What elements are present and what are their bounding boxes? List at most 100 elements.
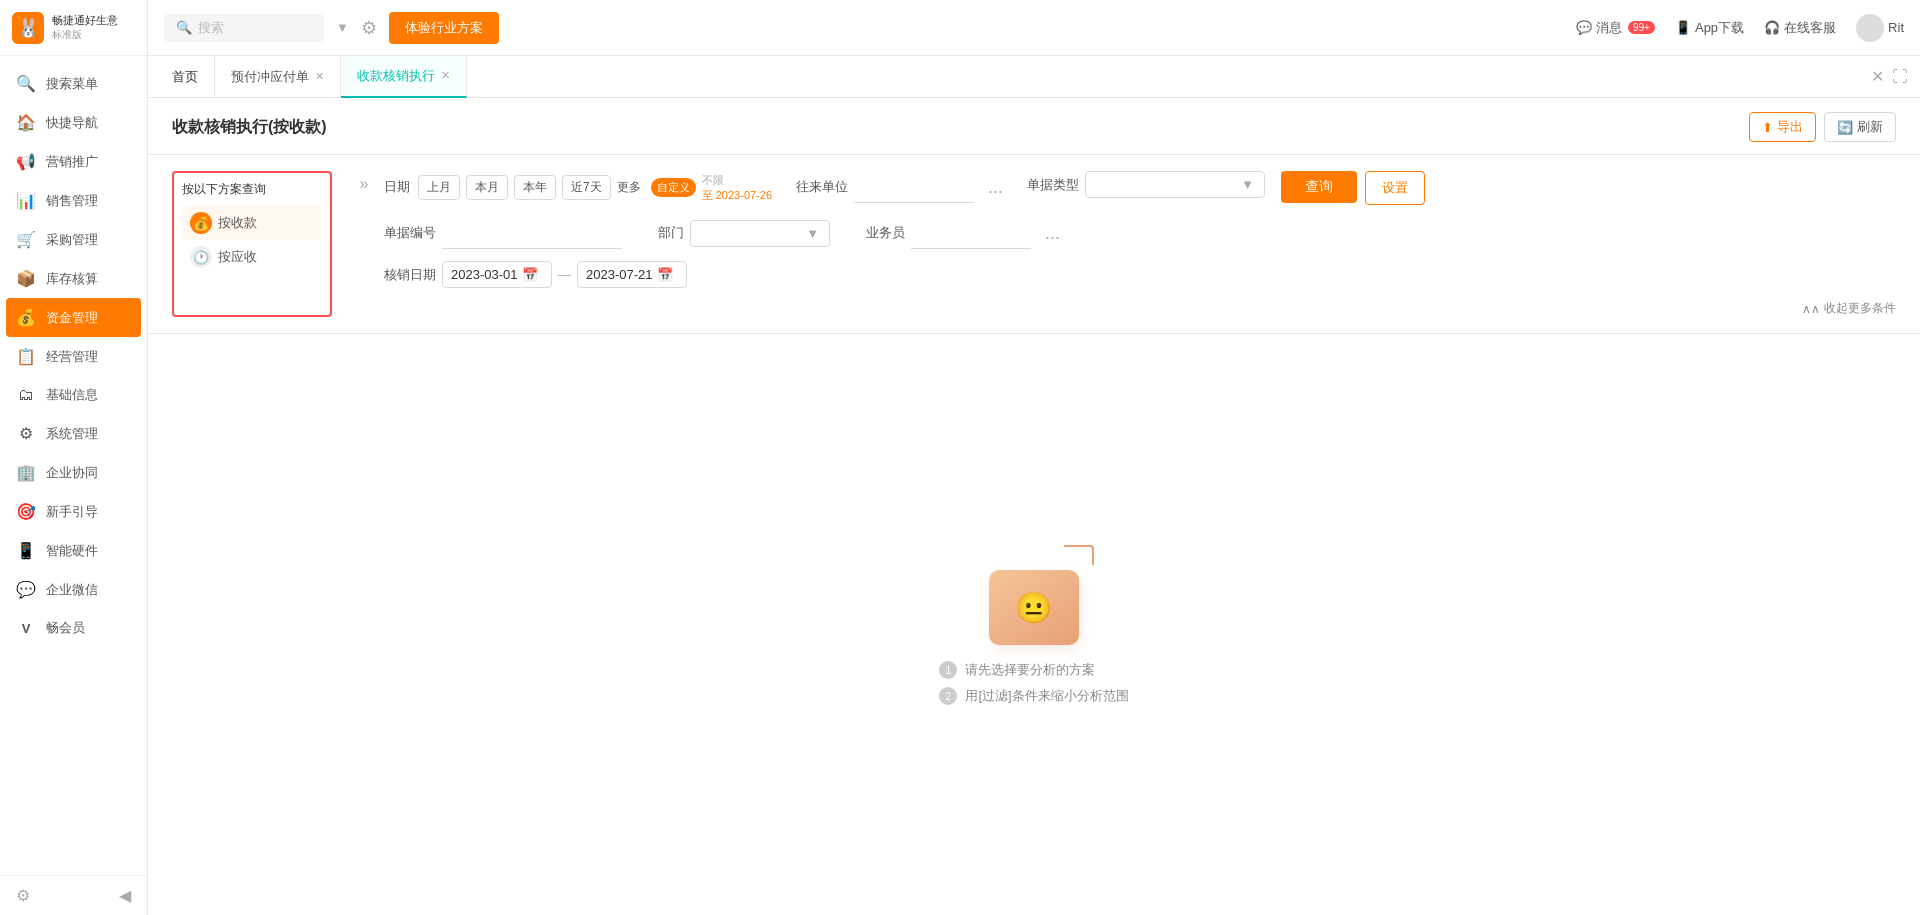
sidebar-settings-icon[interactable]: ⚙ xyxy=(16,886,30,905)
export-button[interactable]: ⬆ 导出 xyxy=(1749,112,1816,142)
device-icon: 📱 xyxy=(16,541,36,560)
partner-label: 往来单位 xyxy=(796,178,848,196)
sidebar-label-hardware: 智能硬件 xyxy=(46,542,98,560)
message-badge: 99+ xyxy=(1628,21,1655,34)
tab-collection[interactable]: 收款核销执行 ✕ xyxy=(341,56,467,98)
app-version: 标准版 xyxy=(52,28,118,42)
member-icon: V xyxy=(16,621,36,636)
date-this-month[interactable]: 本月 xyxy=(466,175,508,200)
sidebar-item-quick-nav[interactable]: 🏠 快捷导航 xyxy=(0,103,147,142)
partner-more-btn[interactable]: ... xyxy=(980,177,1011,198)
doc-number-label: 单据编号 xyxy=(384,224,436,242)
message-button[interactable]: 💬 消息 99+ xyxy=(1576,19,1655,37)
page-header-actions: ⬆ 导出 🔄 刷新 xyxy=(1749,112,1896,154)
sidebar-label-operation: 经营管理 xyxy=(46,348,98,366)
industry-solution-button[interactable]: 体验行业方案 xyxy=(389,12,499,44)
page-header: 收款核销执行(按收款) ⬆ 导出 🔄 刷新 xyxy=(148,98,1920,155)
app-icon: 📱 xyxy=(1675,20,1691,35)
calendar-from-icon[interactable]: 📅 xyxy=(522,267,538,282)
refresh-icon: 🔄 xyxy=(1837,120,1853,135)
message-label: 消息 xyxy=(1596,19,1622,37)
tab-close-all-icon[interactable]: ✕ xyxy=(1871,67,1884,86)
sidebar-item-purchase[interactable]: 🛒 采购管理 xyxy=(0,220,147,259)
sidebar-item-basic-info[interactable]: 🗂 基础信息 xyxy=(0,376,147,414)
setting-button[interactable]: 设置 xyxy=(1365,171,1425,205)
sidebar-item-operation[interactable]: 📋 经营管理 xyxy=(0,337,147,376)
sidebar-label-marketing: 营销推广 xyxy=(46,153,98,171)
sidebar-item-marketing[interactable]: 📢 营销推广 xyxy=(0,142,147,181)
sidebar-item-enterprise[interactable]: 🏢 企业协同 xyxy=(0,453,147,492)
topbar-dropdown-icon[interactable]: ▼ xyxy=(336,20,349,35)
prepay-tab-close[interactable]: ✕ xyxy=(315,70,324,83)
dept-dropdown-icon: ▼ xyxy=(806,226,819,241)
page-title: 收款核销执行(按收款) xyxy=(172,117,327,150)
sidebar-label-quick-nav: 快捷导航 xyxy=(46,114,98,132)
sidebar-item-hardware[interactable]: 📱 智能硬件 xyxy=(0,531,147,570)
online-service-label: 在线客服 xyxy=(1784,19,1836,37)
doc-number-input[interactable] xyxy=(442,217,622,249)
verify-date-label: 核销日期 xyxy=(384,266,436,284)
clipboard-icon: 📋 xyxy=(16,347,36,366)
online-service-button[interactable]: 🎧 在线客服 xyxy=(1764,19,1836,37)
user-avatar xyxy=(1856,14,1884,42)
sidebar-item-member[interactable]: V 畅会员 xyxy=(0,609,147,647)
sidebar-collapse-icon[interactable]: ◀ xyxy=(119,886,131,905)
date-range-display: 不限 xyxy=(702,173,724,188)
sidebar-item-wechat[interactable]: 💬 企业微信 xyxy=(0,570,147,609)
date-last-7[interactable]: 近7天 xyxy=(562,175,611,200)
date-this-year[interactable]: 本年 xyxy=(514,175,556,200)
tab-expand-icon[interactable]: ⛶ xyxy=(1892,68,1908,86)
staff-more-btn[interactable]: ... xyxy=(1037,223,1068,244)
sidebar-item-guide[interactable]: 🎯 新手引导 xyxy=(0,492,147,531)
topbar-gear-icon[interactable]: ⚙ xyxy=(361,17,377,39)
date-until-display: 至 2023-07-26 xyxy=(702,188,772,203)
message-icon: 💬 xyxy=(1576,20,1592,35)
refresh-button[interactable]: 🔄 刷新 xyxy=(1824,112,1896,142)
chevron-up-icon: ∧∧ xyxy=(1802,302,1820,316)
sidebar-item-search[interactable]: 🔍 搜索菜单 xyxy=(0,64,147,103)
date-last-month[interactable]: 上月 xyxy=(418,175,460,200)
prepay-tab-label: 预付冲应付单 xyxy=(231,68,309,86)
query-button[interactable]: 查询 xyxy=(1281,171,1357,203)
app-download-button[interactable]: 📱 App下载 xyxy=(1675,19,1744,37)
date-options-group: 上月 本月 本年 近7天 更多 自定义 不限 至 2023-07-26 xyxy=(418,171,772,203)
staff-input[interactable] xyxy=(911,217,1031,249)
building-icon: 🏢 xyxy=(16,463,36,482)
receipt-option-icon: 💰 xyxy=(190,212,212,234)
date-separator: — xyxy=(558,267,571,282)
search-icon-topbar: 🔍 xyxy=(176,20,192,35)
doc-type-select[interactable]: ▼ xyxy=(1085,171,1265,198)
filter-option-by-receivable[interactable]: 🕐 按应收 xyxy=(182,240,322,274)
topbar-search-box[interactable]: 🔍 搜索 xyxy=(164,14,324,42)
filter-option-by-receipt[interactable]: 💰 按收款 xyxy=(182,206,322,240)
sidebar-label-finance: 资金管理 xyxy=(46,309,98,327)
collapse-more-button[interactable]: ∧∧ 收起更多条件 xyxy=(1802,296,1896,317)
dept-select[interactable]: ▼ xyxy=(690,220,830,247)
user-menu[interactable]: Rit xyxy=(1856,14,1904,42)
empty-illustration: 😐 xyxy=(974,545,1094,645)
partner-input[interactable] xyxy=(854,171,974,203)
sidebar-item-system[interactable]: ⚙ 系统管理 xyxy=(0,414,147,453)
app-download-label: App下载 xyxy=(1695,19,1744,37)
tab-home[interactable]: 首页 xyxy=(156,56,215,98)
megaphone-icon: 📢 xyxy=(16,152,36,171)
sidebar-bottom: ⚙ ◀ xyxy=(0,875,147,915)
sidebar-item-sales[interactable]: 📊 销售管理 xyxy=(0,181,147,220)
verify-date-from-input[interactable]: 2023-03-01 📅 xyxy=(442,261,552,288)
collapse-chevron-icon: » xyxy=(360,175,369,193)
empty-step1: 请先选择要分析的方案 xyxy=(965,661,1095,679)
sidebar-label-enterprise: 企业协同 xyxy=(46,464,98,482)
verify-date-from: 2023-03-01 xyxy=(451,267,518,282)
topbar-left: 🔍 搜索 ▼ ⚙ 体验行业方案 xyxy=(164,12,499,44)
calendar-to-icon[interactable]: 📅 xyxy=(657,267,673,282)
sidebar-item-finance[interactable]: 💰 资金管理 xyxy=(6,298,141,337)
filter-collapse-button[interactable]: » xyxy=(352,171,376,317)
verify-date-to-input[interactable]: 2023-07-21 📅 xyxy=(577,261,687,288)
sidebar-item-inventory[interactable]: 📦 库存核算 xyxy=(0,259,147,298)
date-more[interactable]: 更多 xyxy=(617,179,641,196)
tab-prepay[interactable]: 预付冲应付单 ✕ xyxy=(215,56,341,98)
collection-tab-close[interactable]: ✕ xyxy=(441,69,450,82)
sidebar-label-member: 畅会员 xyxy=(46,619,85,637)
step2-num: 2 xyxy=(939,687,957,705)
sidebar-label-purchase: 采购管理 xyxy=(46,231,98,249)
